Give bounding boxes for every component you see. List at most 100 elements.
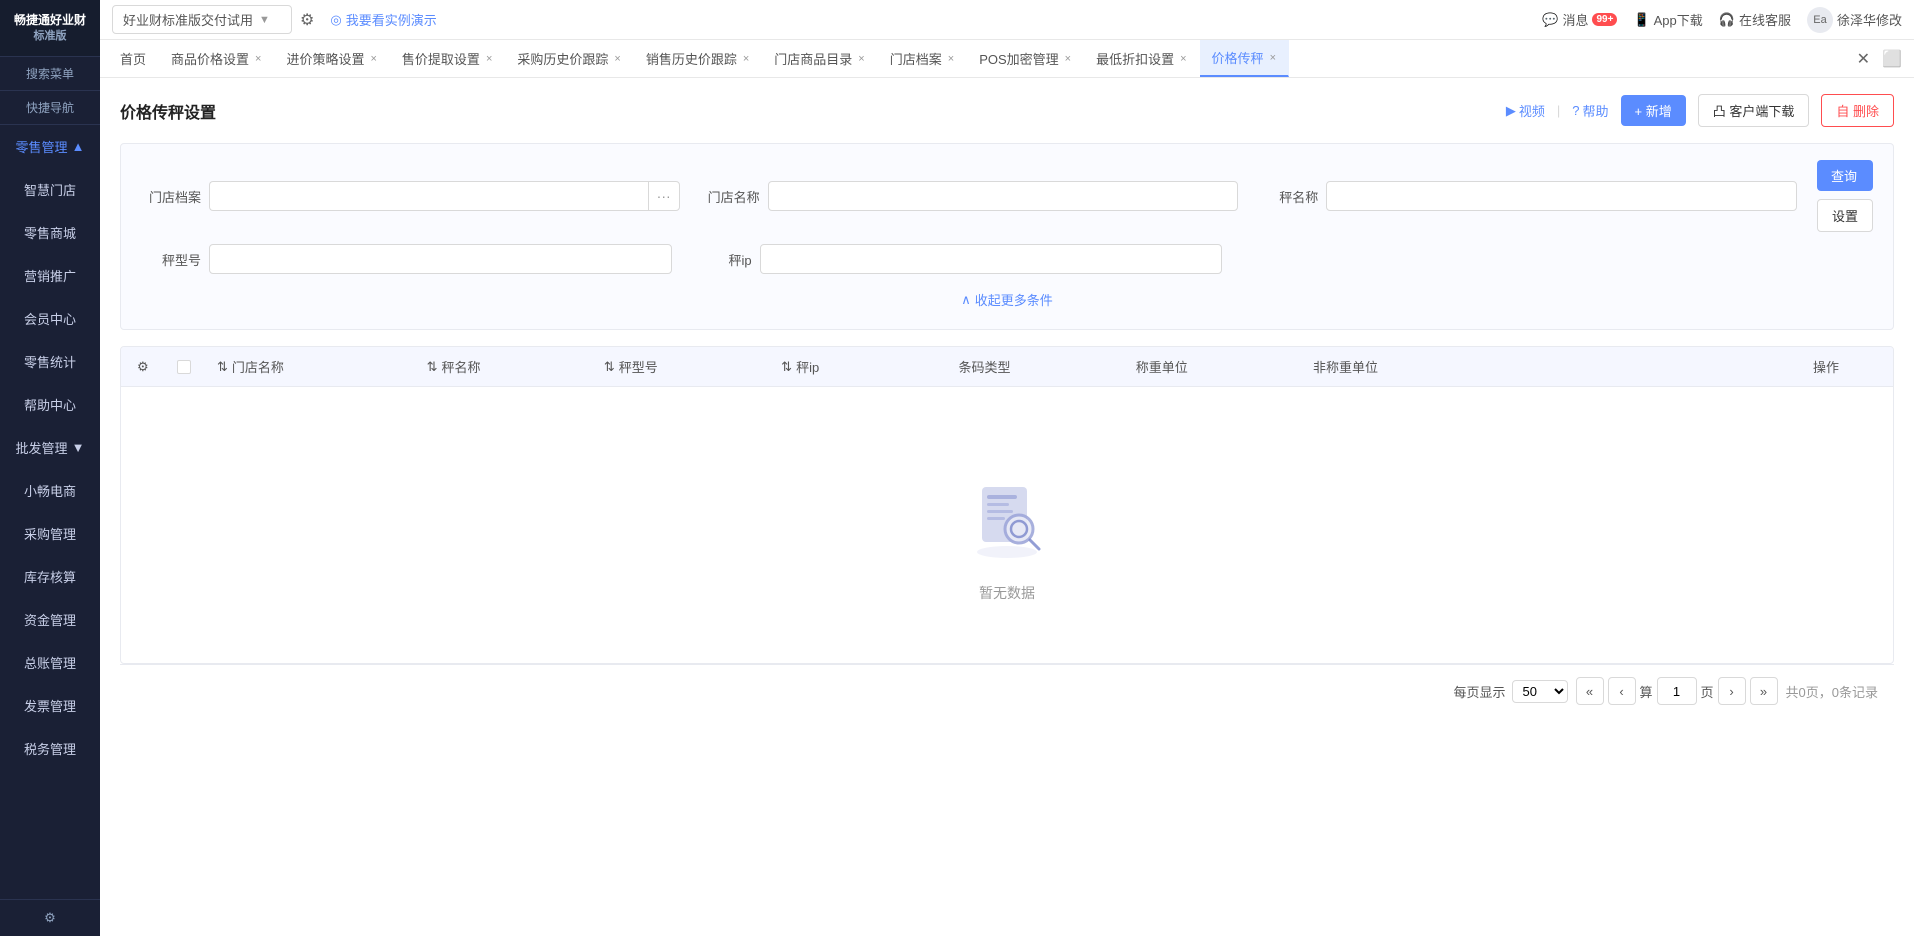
- scale-name-input[interactable]: [1326, 181, 1797, 211]
- sort-icon[interactable]: ⇅: [217, 359, 228, 375]
- tab-price-scale[interactable]: 价格传秤 ×: [1200, 40, 1289, 77]
- close-window-icon[interactable]: ✕: [1853, 45, 1874, 73]
- video-link[interactable]: ▶ 视频: [1506, 101, 1545, 120]
- sidebar-item-wholesale-mgmt[interactable]: 批发管理 ▼: [0, 426, 100, 469]
- sidebar-settings-button[interactable]: ⚙: [0, 899, 100, 936]
- pagination-nav: « ‹ 算 页 › »: [1576, 677, 1778, 705]
- topbar-settings-icon[interactable]: ⚙: [300, 10, 314, 30]
- last-page-button[interactable]: »: [1750, 677, 1778, 705]
- tab-close-icon[interactable]: ×: [1065, 53, 1071, 65]
- sidebar-item-retail-mall[interactable]: 零售商城: [0, 211, 100, 254]
- th-non-weight-unit: 非称重单位: [1305, 357, 1805, 376]
- maximize-window-icon[interactable]: ⬜: [1878, 45, 1906, 73]
- first-page-button[interactable]: «: [1576, 677, 1604, 705]
- sidebar-item-mini-ecom[interactable]: 小畅电商: [0, 469, 100, 512]
- tab-close-icon[interactable]: ×: [858, 53, 864, 65]
- th-action: 操作: [1805, 357, 1885, 376]
- tab-price-settings[interactable]: 商品价格设置 ×: [159, 40, 274, 77]
- scale-ip-input[interactable]: [760, 244, 1223, 274]
- sidebar-item-retail-mgmt[interactable]: 零售管理 ▲: [0, 125, 100, 168]
- sidebar-item-help-center[interactable]: 帮助中心: [0, 383, 100, 426]
- tab-close-icon[interactable]: ×: [948, 53, 954, 65]
- sidebar-item-general-ledger[interactable]: 总账管理: [0, 641, 100, 684]
- collapse-button[interactable]: ∧ 收起更多条件: [141, 286, 1873, 313]
- th-scale-model: ⇅ 秤型号: [596, 357, 773, 376]
- user-menu-button[interactable]: Ea 徐泽华修改: [1807, 7, 1902, 33]
- page-header-actions: ▶ 视频 | ? 帮助 + 新增 凸 客户端下载 自 删除: [1506, 94, 1894, 127]
- scale-model-input[interactable]: [209, 244, 672, 274]
- tab-close-icon[interactable]: ×: [1180, 53, 1186, 65]
- tab-store-catalog[interactable]: 门店商品目录 ×: [762, 40, 877, 77]
- scale-model-label: 秤型号: [141, 250, 201, 269]
- sidebar-item-smart-store[interactable]: 智慧门店: [0, 168, 100, 211]
- chevron-down-icon: ▼: [72, 440, 85, 455]
- tab-min-discount[interactable]: 最低折扣设置 ×: [1084, 40, 1199, 77]
- messages-button[interactable]: 💬 消息 99+: [1542, 10, 1617, 29]
- sidebar-item-label: 零售商城: [24, 223, 76, 242]
- sidebar-item-finance[interactable]: 资金管理: [0, 598, 100, 641]
- app-download-button[interactable]: 📱 App下载: [1633, 10, 1702, 29]
- page-content: 价格传秤设置 ▶ 视频 | ? 帮助 + 新增 凸 客户端下载: [100, 78, 1914, 936]
- tab-close-icon[interactable]: ×: [1270, 52, 1276, 64]
- tab-close-icon[interactable]: ×: [370, 53, 376, 65]
- settings-button[interactable]: 设置: [1817, 199, 1873, 232]
- sidebar-item-label: 发票管理: [24, 696, 76, 715]
- tab-home[interactable]: 首页: [108, 40, 159, 77]
- per-page-select[interactable]: 10 20 50 100: [1512, 680, 1568, 703]
- empty-illustration: [957, 467, 1057, 567]
- add-button[interactable]: + 新增: [1621, 95, 1686, 126]
- sidebar-item-inventory[interactable]: 库存核算: [0, 555, 100, 598]
- store-name-input[interactable]: [768, 181, 1239, 211]
- pagination-bar: 每页显示 10 20 50 100 « ‹ 算 页: [120, 664, 1894, 717]
- tab-pos-mgmt[interactable]: POS加密管理 ×: [967, 40, 1084, 77]
- store-file-btn[interactable]: ···: [648, 181, 680, 211]
- sort-icon[interactable]: ⇅: [427, 359, 438, 375]
- edition-dropdown[interactable]: 好业财标准版交付试用 ▼: [112, 5, 292, 34]
- table-empty-state: 暂无数据: [121, 387, 1893, 663]
- page-input[interactable]: [1657, 677, 1697, 705]
- tab-label: 首页: [120, 49, 146, 68]
- sidebar-item-invoice-mgmt[interactable]: 发票管理: [0, 684, 100, 727]
- download-button[interactable]: 凸 客户端下载: [1698, 94, 1810, 127]
- delete-button[interactable]: 自 删除: [1821, 94, 1894, 127]
- query-button[interactable]: 查询: [1817, 160, 1873, 191]
- sidebar-search[interactable]: 搜索菜单: [0, 57, 100, 91]
- help-link[interactable]: ? 帮助: [1572, 101, 1608, 120]
- page-label: 算: [1640, 682, 1653, 701]
- tab-sale-history[interactable]: 销售历史价跟踪 ×: [634, 40, 762, 77]
- tab-close-icon[interactable]: ×: [255, 53, 261, 65]
- tab-close-icon[interactable]: ×: [486, 53, 492, 65]
- sidebar-item-member[interactable]: 会员中心: [0, 297, 100, 340]
- online-service-button[interactable]: 🎧 在线客服: [1719, 10, 1791, 29]
- tab-purchase-history[interactable]: 采购历史价跟踪 ×: [505, 40, 633, 77]
- select-all-checkbox[interactable]: [177, 360, 191, 374]
- tab-store-file[interactable]: 门店档案 ×: [878, 40, 967, 77]
- next-page-button[interactable]: ›: [1718, 677, 1746, 705]
- tab-sale-extract[interactable]: 售价提取设置 ×: [390, 40, 505, 77]
- th-settings[interactable]: ⚙: [129, 359, 169, 375]
- scale-name-field: 秤名称: [1258, 181, 1797, 211]
- sidebar-quick-nav[interactable]: 快捷导航: [0, 91, 100, 125]
- dropdown-arrow-icon: ▼: [259, 14, 270, 26]
- sidebar-item-label: 零售统计: [24, 352, 76, 371]
- tab-label: 最低折扣设置: [1096, 49, 1174, 68]
- sidebar-item-tax-mgmt[interactable]: 税务管理: [0, 727, 100, 770]
- sidebar-item-retail-stats[interactable]: 零售统计: [0, 340, 100, 383]
- sort-icon[interactable]: ⇅: [604, 359, 615, 375]
- main-area: 好业财标准版交付试用 ▼ ⚙ ◎ 我要看实例演示 💬 消息 99+ 📱 App下…: [100, 0, 1914, 936]
- demo-link[interactable]: ◎ 我要看实例演示: [330, 10, 436, 29]
- tab-close-icon[interactable]: ×: [743, 53, 749, 65]
- sort-icon[interactable]: ⇅: [781, 359, 792, 375]
- sidebar-item-purchase-mgmt[interactable]: 采购管理: [0, 512, 100, 555]
- sidebar: 畅捷通好业财 标准版 搜索菜单 快捷导航 零售管理 ▲ 智慧门店 零售商城 营销…: [0, 0, 100, 936]
- gear-icon: ⚙: [44, 910, 56, 925]
- th-scale-name: ⇅ 秤名称: [419, 357, 596, 376]
- tab-purchase-strategy[interactable]: 进价策略设置 ×: [274, 40, 389, 77]
- th-checkbox[interactable]: [169, 360, 209, 374]
- prev-page-button[interactable]: ‹: [1608, 677, 1636, 705]
- store-file-input[interactable]: [209, 181, 648, 211]
- avatar: Ea: [1807, 7, 1833, 33]
- sidebar-item-label: 营销推广: [24, 266, 76, 285]
- sidebar-item-marketing[interactable]: 营销推广: [0, 254, 100, 297]
- tab-close-icon[interactable]: ×: [614, 53, 620, 65]
